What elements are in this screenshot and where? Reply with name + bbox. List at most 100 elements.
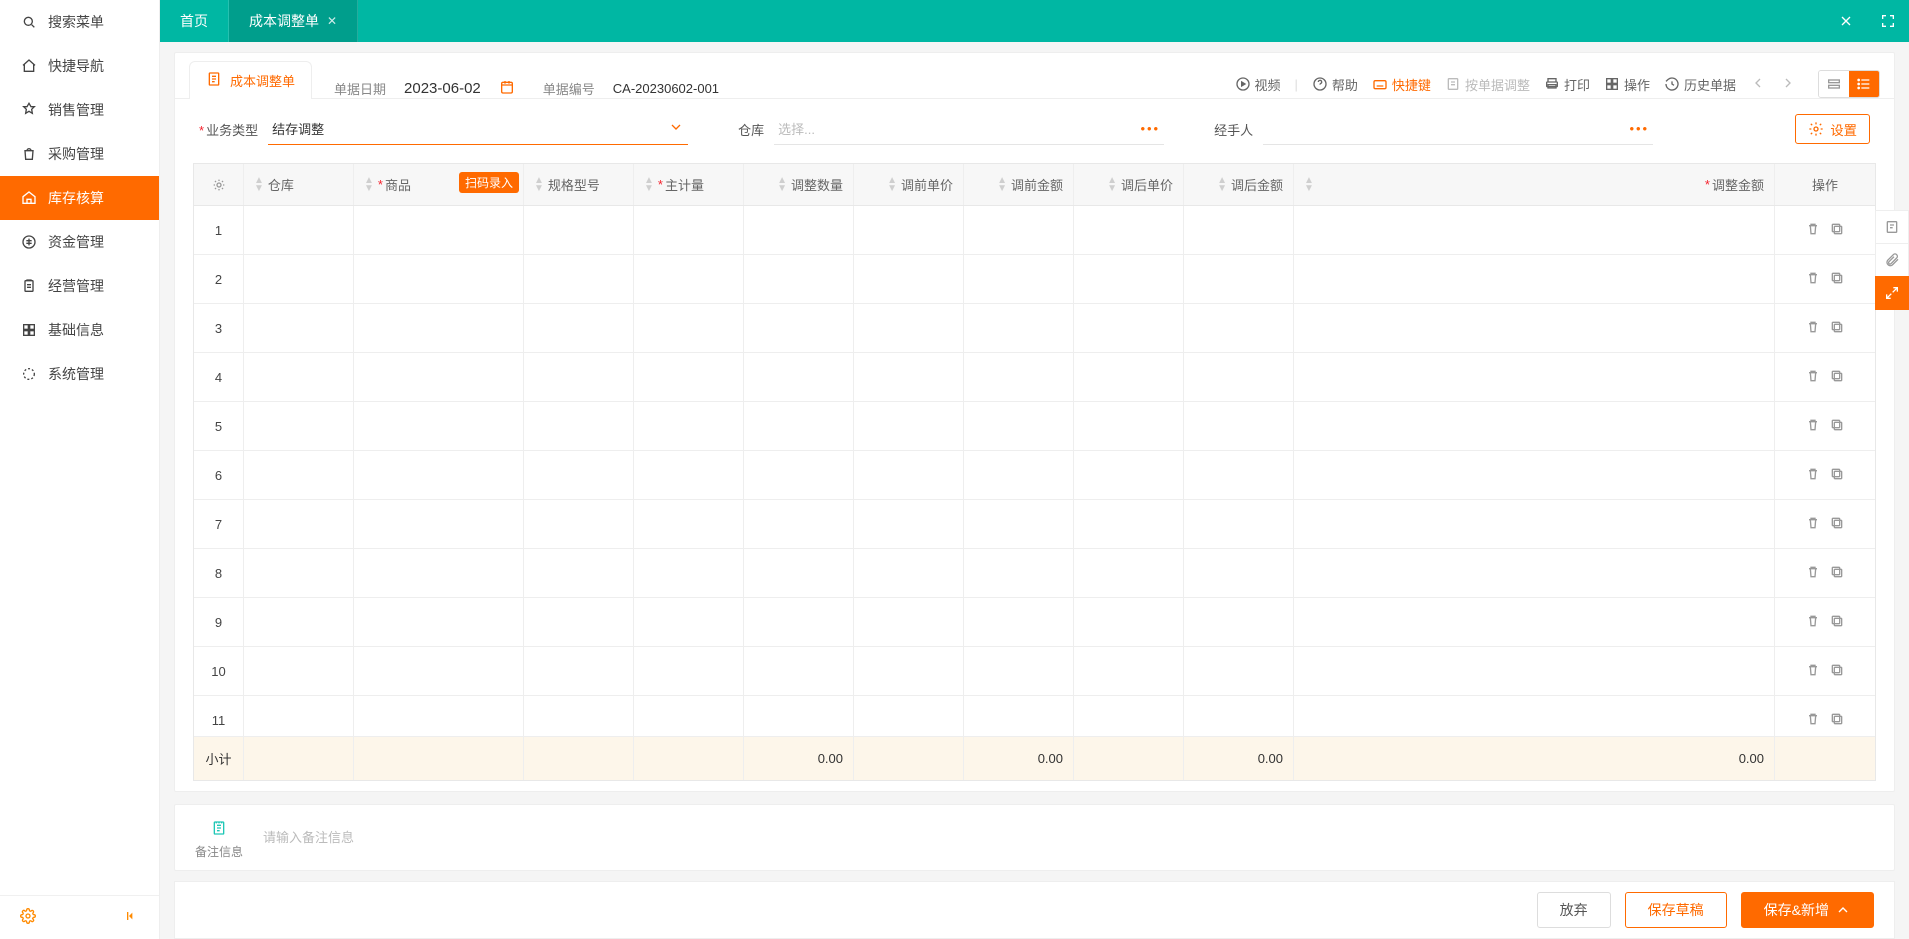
table-row[interactable]: 6 <box>194 451 1875 500</box>
sidebar-item-3[interactable]: 采购管理 <box>0 132 159 176</box>
view-mode-card[interactable] <box>1819 71 1849 97</box>
col-adj-amount[interactable]: ▲▼*调整金额 <box>1294 164 1775 205</box>
doc-date-label: 单据日期 <box>334 79 386 98</box>
save-draft-button[interactable]: 保存草稿 <box>1625 892 1727 928</box>
collapse-sidebar-icon[interactable] <box>123 908 139 927</box>
col-pre-amount[interactable]: ▲▼调前金额 <box>964 164 1074 205</box>
delete-row-icon[interactable] <box>1805 466 1821 485</box>
subtotal-pre-amount: 0.00 <box>964 737 1074 780</box>
row-index: 1 <box>194 206 244 254</box>
delete-row-icon[interactable] <box>1805 319 1821 338</box>
copy-row-icon[interactable] <box>1829 417 1845 436</box>
row-index: 10 <box>194 647 244 695</box>
column-settings-button[interactable]: 设置 <box>1795 114 1870 144</box>
warehouse-select[interactable]: 选择... ••• <box>774 113 1164 145</box>
rail-attachment-icon[interactable] <box>1875 243 1909 277</box>
col-main-unit[interactable]: ▲▼*主计量 <box>634 164 744 205</box>
table-row[interactable]: 11 <box>194 696 1875 736</box>
table-row[interactable]: 10 <box>194 647 1875 696</box>
delete-row-icon[interactable] <box>1805 221 1821 240</box>
col-adj-qty[interactable]: ▲▼调整数量 <box>744 164 854 205</box>
sidebar: 搜索菜单快捷导航销售管理采购管理库存核算资金管理经营管理基础信息系统管理 <box>0 0 160 939</box>
footer-actions: 放弃 保存草稿 保存&新增 <box>174 881 1895 939</box>
view-mode-list[interactable] <box>1849 71 1879 97</box>
scan-entry-badge[interactable]: 扫码录入 <box>459 172 519 193</box>
copy-row-icon[interactable] <box>1829 221 1845 240</box>
handler-select[interactable]: ••• <box>1263 113 1653 145</box>
col-pre-price[interactable]: ▲▼调前单价 <box>854 164 964 205</box>
discard-button[interactable]: 放弃 <box>1537 892 1611 928</box>
table-row[interactable]: 3 <box>194 304 1875 353</box>
close-icon[interactable]: ✕ <box>327 14 337 28</box>
help-link[interactable]: 帮助 <box>1312 75 1358 94</box>
col-post-price[interactable]: ▲▼调后单价 <box>1074 164 1184 205</box>
delete-row-icon[interactable] <box>1805 564 1821 583</box>
calendar-icon[interactable] <box>499 79 515 98</box>
document-tab[interactable]: 成本调整单 <box>189 61 312 99</box>
table-row[interactable]: 9 <box>194 598 1875 647</box>
save-and-new-button[interactable]: 保存&新增 <box>1741 892 1874 928</box>
copy-row-icon[interactable] <box>1829 613 1845 632</box>
sidebar-item-4[interactable]: 库存核算 <box>0 176 159 220</box>
sidebar-item-0[interactable]: 搜索菜单 <box>0 0 159 44</box>
copy-row-icon[interactable] <box>1829 662 1845 681</box>
print-link[interactable]: 打印 <box>1544 75 1590 94</box>
copy-row-icon[interactable] <box>1829 711 1845 730</box>
row-index: 4 <box>194 353 244 401</box>
remark-input[interactable] <box>263 818 1874 858</box>
table-row[interactable]: 1 <box>194 206 1875 255</box>
table-row[interactable]: 8 <box>194 549 1875 598</box>
delete-row-icon[interactable] <box>1805 662 1821 681</box>
copy-row-icon[interactable] <box>1829 515 1845 534</box>
more-icon: ••• <box>1140 121 1160 136</box>
delete-row-icon[interactable] <box>1805 515 1821 534</box>
operate-link[interactable]: 操作 <box>1604 75 1650 94</box>
copy-row-icon[interactable] <box>1829 319 1845 338</box>
delete-row-icon[interactable] <box>1805 270 1821 289</box>
sidebar-item-2[interactable]: 销售管理 <box>0 88 159 132</box>
delete-row-icon[interactable] <box>1805 368 1821 387</box>
more-icon: ••• <box>1629 121 1649 136</box>
history-prev-icon[interactable] <box>1750 75 1766 94</box>
table-row[interactable]: 7 <box>194 500 1875 549</box>
note-icon <box>211 815 227 843</box>
delete-row-icon[interactable] <box>1805 711 1821 730</box>
sidebar-item-7[interactable]: 基础信息 <box>0 308 159 352</box>
sidebar-item-8[interactable]: 系统管理 <box>0 352 159 396</box>
sidebar-item-1[interactable]: 快捷导航 <box>0 44 159 88</box>
sidebar-item-label: 采购管理 <box>48 144 104 164</box>
table-row[interactable]: 2 <box>194 255 1875 304</box>
table-row[interactable]: 4 <box>194 353 1875 402</box>
rail-expand-icon[interactable] <box>1875 276 1909 310</box>
tab-1[interactable]: 成本调整单✕ <box>229 0 358 42</box>
sidebar-item-5[interactable]: 资金管理 <box>0 220 159 264</box>
tab-0[interactable]: 首页 <box>160 0 229 42</box>
col-warehouse[interactable]: ▲▼仓库 <box>244 164 354 205</box>
delete-row-icon[interactable] <box>1805 417 1821 436</box>
shortcut-link[interactable]: 快捷键 <box>1372 75 1431 94</box>
clipboard-icon <box>20 277 38 295</box>
video-link[interactable]: 视频 <box>1235 75 1281 94</box>
history-next-icon[interactable] <box>1780 75 1796 94</box>
col-spec[interactable]: ▲▼规格型号 <box>524 164 634 205</box>
table-row[interactable]: 5 <box>194 402 1875 451</box>
sale-icon <box>20 101 38 119</box>
close-all-tabs-button[interactable] <box>1825 0 1867 42</box>
copy-row-icon[interactable] <box>1829 270 1845 289</box>
copy-row-icon[interactable] <box>1829 466 1845 485</box>
by-document-adjust-link[interactable]: 按单据调整 <box>1445 75 1530 94</box>
col-product[interactable]: ▲▼*商品 扫码录入 <box>354 164 524 205</box>
warehouse-label: 仓库 <box>738 120 764 139</box>
fullscreen-button[interactable] <box>1867 0 1909 42</box>
rail-note-icon[interactable] <box>1875 210 1909 244</box>
copy-row-icon[interactable] <box>1829 368 1845 387</box>
doc-date-value[interactable]: 2023-06-02 <box>404 80 481 97</box>
biz-type-select[interactable]: 结存调整 <box>268 113 688 145</box>
delete-row-icon[interactable] <box>1805 613 1821 632</box>
col-config-icon[interactable] <box>194 164 244 205</box>
copy-row-icon[interactable] <box>1829 564 1845 583</box>
col-post-amount[interactable]: ▲▼调后金额 <box>1184 164 1294 205</box>
sidebar-item-6[interactable]: 经营管理 <box>0 264 159 308</box>
settings-gear-icon[interactable] <box>20 908 36 927</box>
history-link[interactable]: 历史单据 <box>1664 75 1736 94</box>
